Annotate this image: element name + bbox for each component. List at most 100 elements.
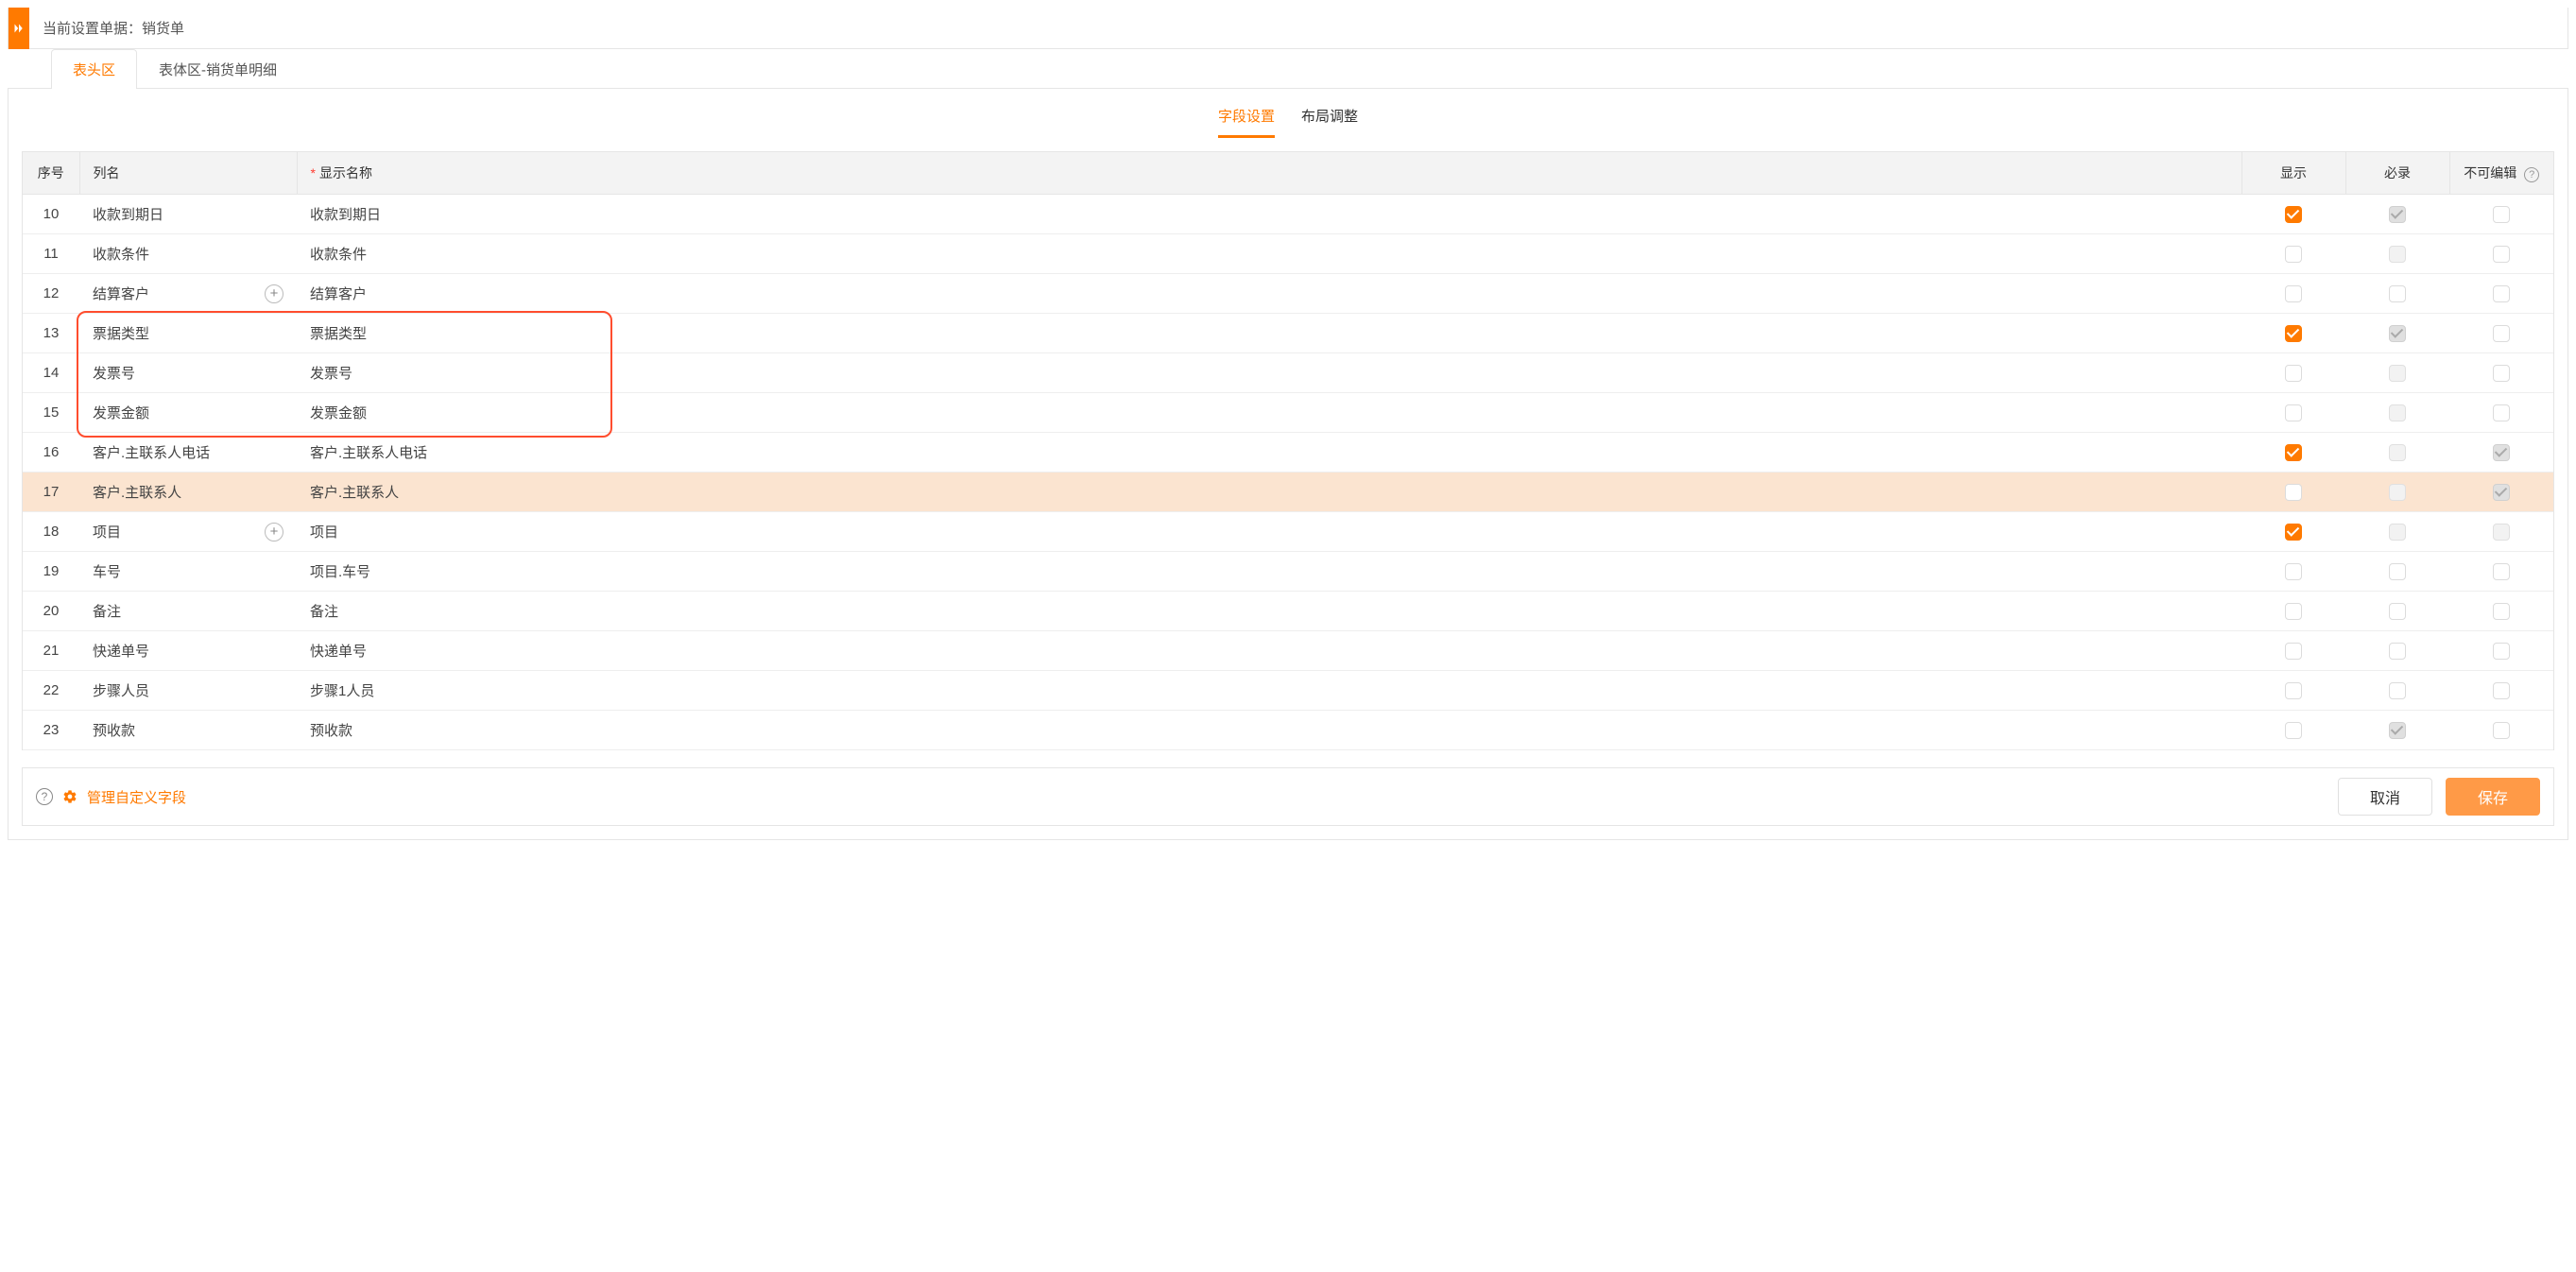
readonly-checkbox[interactable] bbox=[2493, 563, 2510, 580]
show-checkbox[interactable] bbox=[2285, 325, 2302, 342]
readonly-checkbox bbox=[2493, 444, 2510, 461]
cell-display[interactable]: 快递单号 bbox=[297, 631, 2241, 671]
column-name-text: 车号 bbox=[93, 564, 121, 580]
show-checkbox[interactable] bbox=[2285, 285, 2302, 302]
readonly-checkbox[interactable] bbox=[2493, 722, 2510, 739]
cell-readonly bbox=[2449, 353, 2553, 393]
cell-seq: 18 bbox=[23, 512, 79, 552]
cell-required bbox=[2345, 711, 2449, 750]
column-name-text: 备注 bbox=[93, 604, 121, 620]
cell-display[interactable]: 收款条件 bbox=[297, 234, 2241, 274]
readonly-checkbox[interactable] bbox=[2493, 682, 2510, 699]
cell-readonly bbox=[2449, 552, 2553, 592]
cell-display[interactable]: 结算客户 bbox=[297, 274, 2241, 314]
cell-display[interactable]: 备注 bbox=[297, 592, 2241, 631]
show-checkbox[interactable] bbox=[2285, 603, 2302, 620]
column-name-text: 发票号 bbox=[93, 366, 135, 382]
required-checkbox[interactable] bbox=[2389, 563, 2406, 580]
context-bar: 当前设置单据：销货单 bbox=[8, 8, 2568, 49]
help-icon[interactable]: ? bbox=[36, 788, 53, 805]
cell-readonly bbox=[2449, 314, 2553, 353]
cell-name: 票据类型 bbox=[79, 314, 297, 353]
show-checkbox[interactable] bbox=[2285, 563, 2302, 580]
show-checkbox[interactable] bbox=[2285, 365, 2302, 382]
show-checkbox[interactable] bbox=[2285, 524, 2302, 541]
readonly-checkbox[interactable] bbox=[2493, 285, 2510, 302]
cell-display[interactable]: 发票号 bbox=[297, 353, 2241, 393]
cell-show bbox=[2241, 592, 2345, 631]
column-name-text: 票据类型 bbox=[93, 326, 149, 342]
required-checkbox bbox=[2389, 246, 2406, 263]
cell-name: 项目+ bbox=[79, 512, 297, 552]
readonly-checkbox[interactable] bbox=[2493, 325, 2510, 342]
required-checkbox[interactable] bbox=[2389, 285, 2406, 302]
table-row: 17客户.主联系人客户.主联系人 bbox=[23, 473, 2553, 512]
cell-display[interactable]: 客户.主联系人电话 bbox=[297, 433, 2241, 473]
show-checkbox[interactable] bbox=[2285, 246, 2302, 263]
readonly-checkbox[interactable] bbox=[2493, 603, 2510, 620]
sub-tab[interactable]: 字段设置 bbox=[1218, 106, 1275, 138]
cell-name: 客户.主联系人 bbox=[79, 473, 297, 512]
expand-plus-icon[interactable]: + bbox=[265, 284, 283, 303]
cell-seq: 15 bbox=[23, 393, 79, 433]
table-row: 16客户.主联系人电话客户.主联系人电话 bbox=[23, 433, 2553, 473]
readonly-checkbox[interactable] bbox=[2493, 404, 2510, 421]
cell-name: 车号 bbox=[79, 552, 297, 592]
show-checkbox[interactable] bbox=[2285, 643, 2302, 660]
cell-readonly bbox=[2449, 393, 2553, 433]
required-checkbox[interactable] bbox=[2389, 643, 2406, 660]
cell-show bbox=[2241, 631, 2345, 671]
expand-sidebar-button[interactable] bbox=[9, 8, 29, 49]
cell-display[interactable]: 项目 bbox=[297, 512, 2241, 552]
column-name-text: 步骤人员 bbox=[93, 683, 149, 699]
readonly-checkbox[interactable] bbox=[2493, 643, 2510, 660]
show-checkbox[interactable] bbox=[2285, 206, 2302, 223]
save-button[interactable]: 保存 bbox=[2446, 778, 2540, 816]
required-checkbox[interactable] bbox=[2389, 682, 2406, 699]
sub-tab[interactable]: 布局调整 bbox=[1301, 106, 1358, 138]
cell-required bbox=[2345, 473, 2449, 512]
show-checkbox[interactable] bbox=[2285, 444, 2302, 461]
cell-name: 收款条件 bbox=[79, 234, 297, 274]
cell-seq: 20 bbox=[23, 592, 79, 631]
required-checkbox[interactable] bbox=[2389, 603, 2406, 620]
cell-display[interactable]: 步骤1人员 bbox=[297, 671, 2241, 711]
gear-icon bbox=[62, 789, 77, 804]
readonly-checkbox[interactable] bbox=[2493, 246, 2510, 263]
manage-custom-fields-link[interactable]: 管理自定义字段 bbox=[87, 787, 186, 807]
required-checkbox bbox=[2389, 365, 2406, 382]
required-checkbox bbox=[2389, 206, 2406, 223]
required-checkbox bbox=[2389, 524, 2406, 541]
cell-name: 预收款 bbox=[79, 711, 297, 750]
column-name-text: 快递单号 bbox=[93, 644, 149, 660]
show-checkbox[interactable] bbox=[2285, 682, 2302, 699]
show-checkbox[interactable] bbox=[2285, 484, 2302, 501]
cell-name: 步骤人员 bbox=[79, 671, 297, 711]
show-checkbox[interactable] bbox=[2285, 404, 2302, 421]
th-show: 显示 bbox=[2241, 152, 2345, 195]
cell-show bbox=[2241, 552, 2345, 592]
cell-display[interactable]: 预收款 bbox=[297, 711, 2241, 750]
readonly-checkbox[interactable] bbox=[2493, 206, 2510, 223]
cancel-button[interactable]: 取消 bbox=[2338, 778, 2432, 816]
cell-seq: 22 bbox=[23, 671, 79, 711]
cell-seq: 19 bbox=[23, 552, 79, 592]
required-checkbox bbox=[2389, 444, 2406, 461]
cell-display[interactable]: 项目.车号 bbox=[297, 552, 2241, 592]
footer-bar: ? 管理自定义字段 取消 保存 bbox=[22, 767, 2554, 826]
cell-readonly bbox=[2449, 671, 2553, 711]
cell-display[interactable]: 收款到期日 bbox=[297, 195, 2241, 234]
cell-display[interactable]: 发票金额 bbox=[297, 393, 2241, 433]
main-tab[interactable]: 表头区 bbox=[51, 49, 137, 89]
main-tab[interactable]: 表体区-销货单明细 bbox=[137, 49, 299, 89]
help-icon[interactable]: ? bbox=[2524, 167, 2539, 182]
cell-display[interactable]: 票据类型 bbox=[297, 314, 2241, 353]
cell-required bbox=[2345, 552, 2449, 592]
readonly-checkbox[interactable] bbox=[2493, 365, 2510, 382]
cell-required bbox=[2345, 631, 2449, 671]
show-checkbox[interactable] bbox=[2285, 722, 2302, 739]
cell-display[interactable]: 客户.主联系人 bbox=[297, 473, 2241, 512]
cell-required bbox=[2345, 592, 2449, 631]
expand-plus-icon[interactable]: + bbox=[265, 523, 283, 541]
table-row: 18项目+项目 bbox=[23, 512, 2553, 552]
